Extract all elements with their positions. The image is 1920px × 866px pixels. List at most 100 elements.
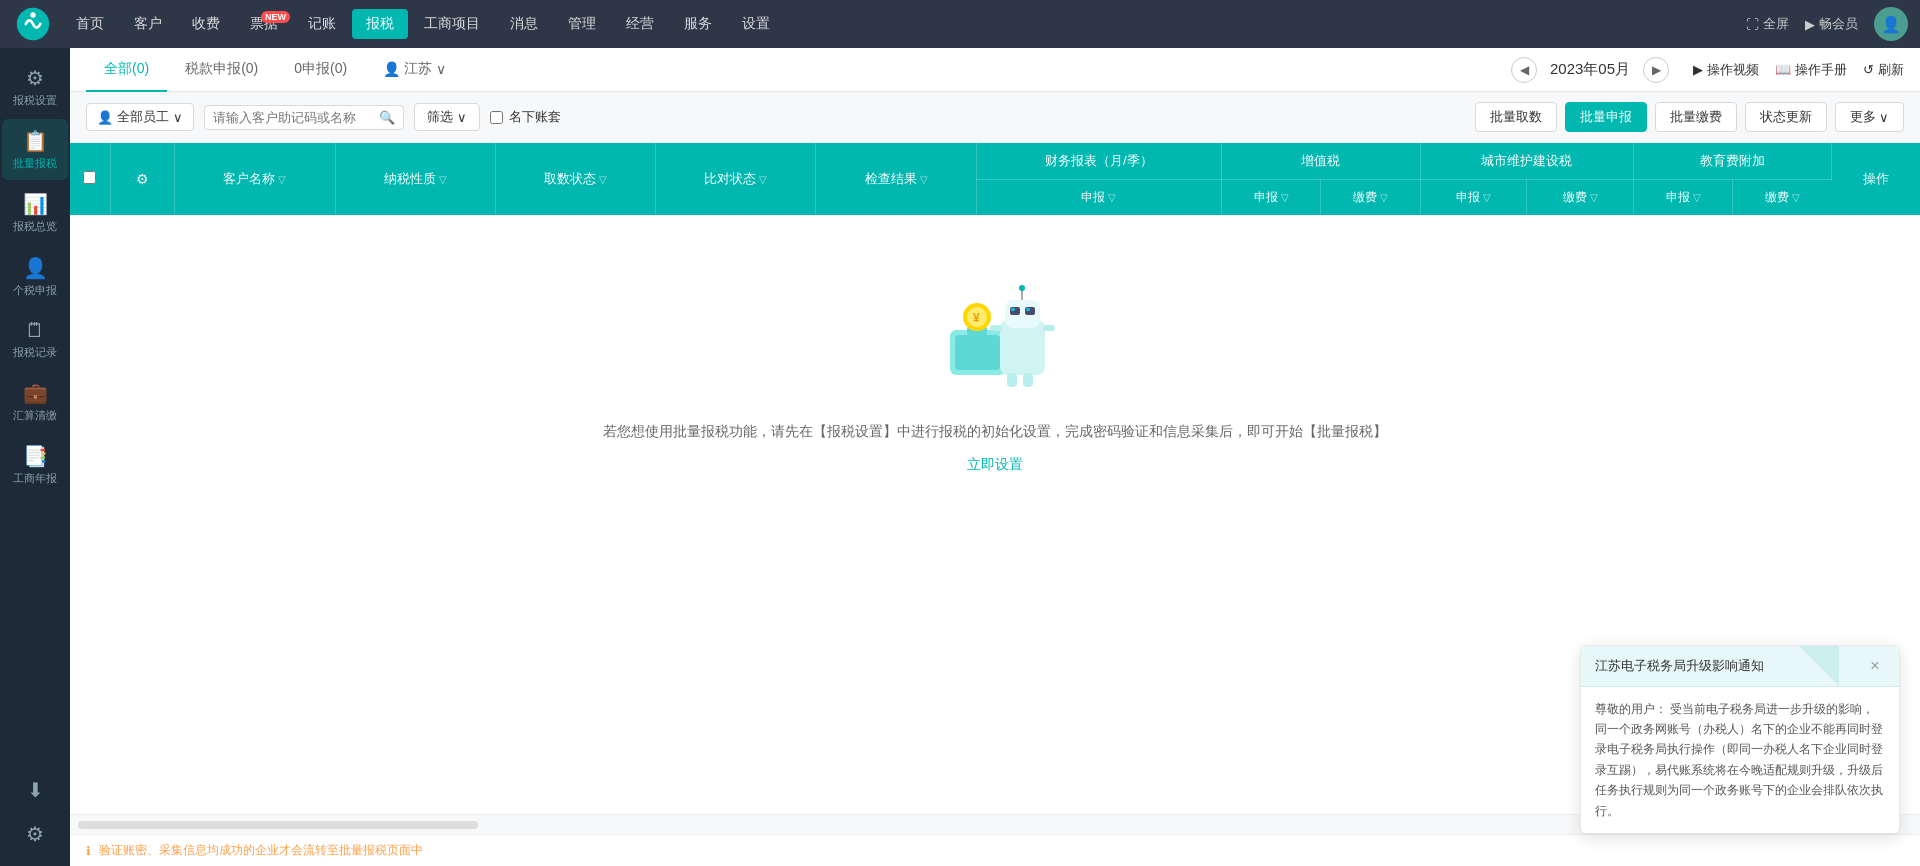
sidebar-icon-工商年报: 📑 bbox=[23, 444, 48, 468]
action-buttons: 批量取数 批量申报 批量缴费 状态更新 更多 ∨ bbox=[1475, 102, 1904, 132]
nav-item-记账[interactable]: 记账 bbox=[294, 9, 350, 39]
th-city-pay: 缴费▽ bbox=[1527, 179, 1634, 215]
tab-all[interactable]: 全部(0) bbox=[86, 48, 167, 92]
sidebar-label-报税设置: 报税设置 bbox=[13, 94, 57, 107]
svg-rect-9 bbox=[1005, 300, 1040, 328]
tab-jiangsu[interactable]: 👤 江苏 ∨ bbox=[365, 48, 464, 92]
logo[interactable] bbox=[12, 3, 54, 45]
left-sidebar: ⚙报税设置📋批量报税📊报税总览👤个税申报🗒报税记录💼汇算清缴📑工商年报⬇⚙ bbox=[0, 48, 70, 866]
nav-item-管理[interactable]: 管理 bbox=[554, 9, 610, 39]
batch-fetch-btn[interactable]: 批量取数 bbox=[1475, 102, 1557, 132]
sidebar-item-报税设置[interactable]: ⚙ 报税设置 bbox=[2, 56, 68, 117]
th-operation: 操作 bbox=[1831, 143, 1920, 215]
sidebar-bottom-设置[interactable]: ⚙ bbox=[15, 814, 55, 854]
svg-point-15 bbox=[1019, 285, 1025, 291]
tab-tax-declaration[interactable]: 税款申报(0) bbox=[167, 48, 276, 92]
sidebar-label-报税记录: 报税记录 bbox=[13, 346, 57, 359]
sidebar-label-个税申报: 个税申报 bbox=[13, 284, 57, 297]
operation-video-btn[interactable]: ▶ 操作视频 bbox=[1693, 61, 1759, 79]
membership-btn[interactable]: ▶ 畅会员 bbox=[1805, 15, 1858, 33]
sidebar-item-个税申报[interactable]: 👤个税申报 bbox=[2, 246, 68, 307]
svg-point-1 bbox=[30, 12, 35, 17]
sidebar-item-汇算清缴[interactable]: 💼汇算清缴 bbox=[2, 371, 68, 432]
th-compare-status: 比对状态▽ bbox=[656, 143, 816, 215]
refresh-btn[interactable]: ↺ 刷新 bbox=[1863, 61, 1904, 79]
tab-zero-declaration[interactable]: 0申报(0) bbox=[276, 48, 365, 92]
svg-rect-16 bbox=[990, 325, 1002, 331]
search-icon[interactable]: 🔍 bbox=[379, 110, 395, 125]
nav-item-经营[interactable]: 经营 bbox=[612, 9, 668, 39]
svg-rect-13 bbox=[1026, 308, 1030, 311]
notification-body: 尊敬的用户： 受当前电子税务局进一步升级的影响，同一个政务网账号（办税人）名下的… bbox=[1581, 687, 1899, 833]
bottom-bar: ℹ 验证账密、采集信息均成功的企业才会流转至批量报税页面中 bbox=[70, 834, 1920, 866]
notification-close-btn[interactable]: × bbox=[1865, 656, 1885, 676]
th-fetch-status: 取数状态▽ bbox=[495, 143, 655, 215]
svg-rect-19 bbox=[1023, 373, 1033, 387]
svg-rect-3 bbox=[955, 335, 1000, 370]
sidebar-icon-报税记录: 🗒 bbox=[25, 319, 45, 342]
nav-right: ⛶ 全屏 ▶ 畅会员 👤 bbox=[1746, 7, 1908, 41]
nav-item-首页[interactable]: 首页 bbox=[62, 9, 118, 39]
sidebar-label-汇算清缴: 汇算清缴 bbox=[13, 409, 57, 422]
fullscreen-btn[interactable]: ⛶ 全屏 bbox=[1746, 15, 1789, 33]
notification-panel: 江苏电子税务局升级影响通知 × 尊敬的用户： 受当前电子税务局进一步升级的影响，… bbox=[1580, 645, 1900, 834]
svg-rect-18 bbox=[1007, 373, 1017, 387]
th-tax-nature: 纳税性质▽ bbox=[335, 143, 495, 215]
nav-item-报税[interactable]: 报税 bbox=[352, 9, 408, 39]
sidebar-label-报税总览: 报税总览 bbox=[13, 220, 57, 233]
notification-title: 江苏电子税务局升级影响通知 bbox=[1595, 657, 1764, 675]
sidebar-bottom: ⬇⚙ bbox=[15, 770, 55, 866]
operation-manual-btn[interactable]: 📖 操作手册 bbox=[1775, 61, 1847, 79]
table-settings-icon[interactable]: ⚙ bbox=[136, 171, 149, 187]
sidebar-icon-报税总览: 📊 bbox=[23, 192, 48, 216]
setup-link[interactable]: 立即设置 bbox=[967, 456, 1023, 474]
user-avatar[interactable]: 👤 bbox=[1874, 7, 1908, 41]
horizontal-scrollbar[interactable] bbox=[78, 821, 478, 829]
sidebar-item-报税总览[interactable]: 📊 报税总览 bbox=[2, 182, 68, 243]
status-update-btn[interactable]: 状态更新 bbox=[1745, 102, 1827, 132]
batch-pay-btn[interactable]: 批量缴费 bbox=[1655, 102, 1737, 132]
empty-state: ¥ bbox=[70, 215, 1920, 534]
tab-bar: 全部(0) 税款申报(0) 0申报(0) 👤 江苏 ∨ ◀ 2023年05月 ▶… bbox=[70, 48, 1920, 92]
nav-item-设置[interactable]: 设置 bbox=[728, 9, 784, 39]
info-icon: ℹ bbox=[86, 844, 91, 858]
nav-item-客户[interactable]: 客户 bbox=[120, 9, 176, 39]
search-wrap: 🔍 bbox=[204, 105, 404, 130]
search-input[interactable] bbox=[213, 110, 373, 125]
th-group-vat: 增值税 bbox=[1222, 143, 1420, 179]
nav-item-工商项目[interactable]: 工商项目 bbox=[410, 9, 494, 39]
sidebar-icon-报税设置: ⚙ bbox=[26, 66, 44, 90]
notification-header: 江苏电子税务局升级影响通知 × bbox=[1581, 646, 1899, 687]
nav-item-票据[interactable]: 票据NEW bbox=[236, 9, 292, 39]
sidebar-item-批量报税[interactable]: 📋批量报税 bbox=[2, 119, 68, 180]
th-edu-declare: 申报▽ bbox=[1634, 179, 1733, 215]
th-vat-pay: 缴费▽ bbox=[1321, 179, 1420, 215]
nav-item-消息[interactable]: 消息 bbox=[496, 9, 552, 39]
nav-item-收费[interactable]: 收费 bbox=[178, 9, 234, 39]
sidebar-label-批量报税: 批量报税 bbox=[13, 157, 57, 170]
filter-btn[interactable]: 筛选 ∨ bbox=[414, 103, 480, 131]
sidebar-item-工商年报[interactable]: 📑 工商年报 bbox=[2, 434, 68, 495]
accounts-checkbox[interactable] bbox=[490, 111, 503, 124]
main-table: ⚙ 客户名称▽ 纳税性质▽ 取数状态▽ 比对状态▽ bbox=[70, 143, 1920, 534]
sidebar-bottom-下载[interactable]: ⬇ bbox=[15, 770, 55, 810]
th-group-city-tax: 城市维护建设税 bbox=[1420, 143, 1634, 179]
th-settings: ⚙ bbox=[110, 143, 175, 215]
employee-select[interactable]: 👤 全部员工 ∨ bbox=[86, 103, 194, 131]
nav-item-服务[interactable]: 服务 bbox=[670, 9, 726, 39]
batch-declare-btn[interactable]: 批量申报 bbox=[1565, 102, 1647, 132]
prev-month-btn[interactable]: ◀ bbox=[1511, 57, 1537, 83]
svg-text:¥: ¥ bbox=[973, 311, 980, 325]
checkbox-accounts[interactable]: 名下账套 bbox=[490, 108, 561, 126]
sidebar-label-工商年报: 工商年报 bbox=[13, 472, 57, 485]
select-all-checkbox[interactable] bbox=[83, 171, 96, 184]
th-group-education: 教育费附加 bbox=[1634, 143, 1831, 179]
sidebar-item-报税记录[interactable]: 🗒 报税记录 bbox=[2, 309, 68, 369]
next-month-btn[interactable]: ▶ bbox=[1643, 57, 1669, 83]
more-btn[interactable]: 更多 ∨ bbox=[1835, 102, 1904, 132]
th-group-financial: 财务报表（月/季） bbox=[976, 143, 1221, 179]
empty-text: 若您想使用批量报税功能，请先在【报税设置】中进行报税的初始化设置，完成密码验证和… bbox=[603, 419, 1387, 444]
month-display: 2023年05月 bbox=[1545, 60, 1635, 79]
th-city-declare: 申报▽ bbox=[1420, 179, 1527, 215]
top-navigation: 首页客户收费票据NEW记账报税工商项目消息管理经营服务设置 ⛶ 全屏 ▶ 畅会员… bbox=[0, 0, 1920, 48]
